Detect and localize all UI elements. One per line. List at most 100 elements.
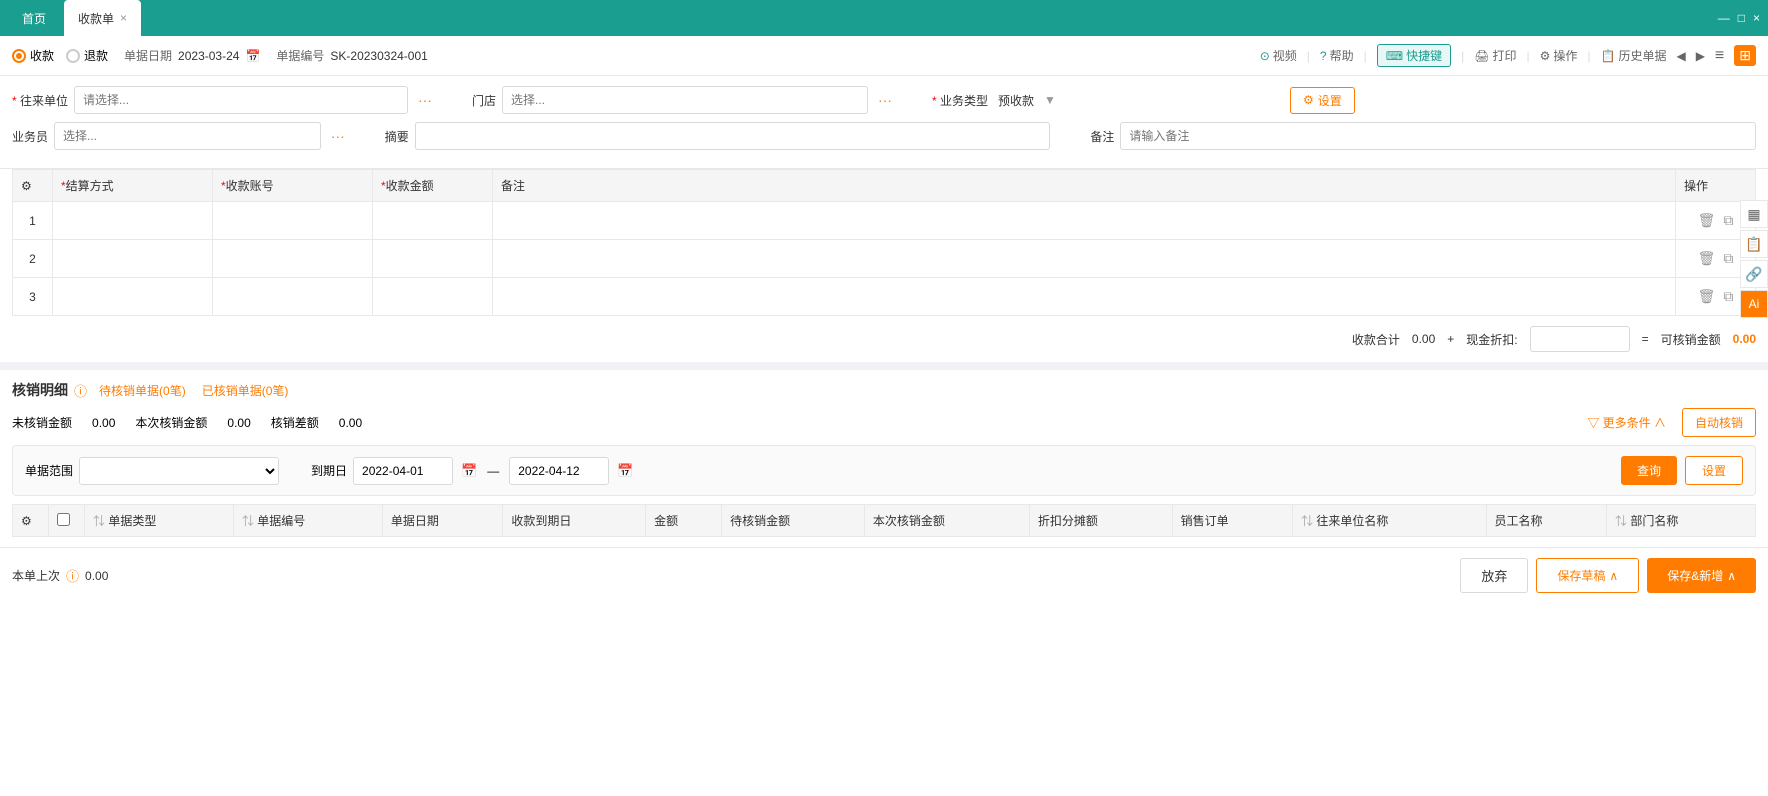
row1-beizhu[interactable] [493,202,1676,240]
shortcut-label: 快捷键 [1406,47,1442,64]
row2-copy-icon[interactable]: ⧉ [1723,250,1733,267]
danju-riqi-label: 单据日期 [124,47,172,64]
float-doc-btn[interactable]: 📋 [1740,230,1768,258]
filter-row: 单据范围 到期日 📅 — 📅 查询 设置 [12,445,1756,496]
done-tab[interactable]: 已核销单据(0笔) [202,382,289,399]
tab-close-icon[interactable]: × [120,11,127,25]
auto-verify-btn[interactable]: 自动核销 [1682,408,1756,437]
float-table-btn[interactable]: ▦ [1740,200,1768,228]
abandon-btn[interactable]: 放弃 [1460,558,1528,593]
table-container: ⚙ *结算方式 *收款账号 *收款金额 备注 操作 [0,169,1768,316]
th-shoukuan-label: 收款账号 [226,179,274,193]
xianjin-zhekou-input[interactable] [1530,326,1630,352]
window-maximize[interactable]: □ [1738,11,1745,25]
row3-shoukuan[interactable] [213,278,373,316]
window-minimize[interactable]: — [1718,11,1730,25]
header-right-tools: ⊙ 视频 | ? 帮助 | ⌨ 快捷键 | 🖨 打印 | ⚙ 操作 [1260,44,1756,67]
right-float-panel: ▦ 📋 🔗 Ai [1740,200,1768,318]
ops-icon: ⚙ [1540,49,1551,63]
mendian-label: 门店 [472,92,496,109]
radio-shoukuan-label: 收款 [30,47,54,64]
danju-fanwei-select[interactable] [79,457,279,485]
save-new-btn[interactable]: 保存&新增 ∧ [1647,558,1756,593]
daoqi-ri-from-input[interactable] [353,457,453,485]
daoqi-ri-to-input[interactable] [509,457,609,485]
bth-gear[interactable]: ⚙ [13,505,49,537]
yewu-leixing-value: 预收款 [998,92,1034,109]
filter-setting-btn[interactable]: 设置 [1685,456,1743,485]
danju-riqi-calendar-icon[interactable]: 📅 [245,49,260,63]
help-btn[interactable]: ? 帮助 [1320,47,1354,64]
row1-jiesuan[interactable] [53,202,213,240]
ops-btn[interactable]: ⚙ 操作 [1540,47,1578,64]
row1-jine[interactable] [373,202,493,240]
footer-right: 放弃 保存草稿 ∧ 保存&新增 ∧ [1460,558,1756,593]
tab-home-label: 首页 [22,10,46,27]
row3-delete-icon[interactable]: 🗑 [1698,288,1716,305]
row1-index: 1 [13,202,53,240]
gear-icon: ⚙ [21,179,32,193]
check-all[interactable] [57,513,70,526]
pending-tab[interactable]: 待核销单据(0笔) [99,382,186,399]
wanglai-danwei-label: 往来单位 [12,92,68,109]
query-btn[interactable]: 查询 [1621,456,1677,485]
row2-jine[interactable] [373,240,493,278]
print-btn[interactable]: 🖨 打印 [1474,47,1516,64]
verify-info-icon: ⓘ [74,381,87,400]
row2-beizhu[interactable] [493,240,1676,278]
row3-jine[interactable] [373,278,493,316]
row1-shoukuan[interactable] [213,202,373,240]
row2-shoukuan[interactable] [213,240,373,278]
form-row-2: 业务员 ··· 摘要 备注 [12,122,1756,150]
setting-btn-top[interactable]: ⚙ 设置 [1290,87,1355,114]
beizhu-input[interactable] [1120,122,1756,150]
hexiao-chae-label: 核销差额 [271,414,319,431]
yewuyuan-more-btn[interactable]: ··· [331,128,345,144]
ai-label: Ai [1749,297,1760,311]
tab-bar: 首页 收款单 × — □ × [0,0,1768,36]
row1-copy-icon[interactable]: ⧉ [1723,212,1733,229]
yewuyuan-input[interactable] [54,122,321,150]
wanglai-danwei-more-btn[interactable]: ··· [418,92,432,108]
tab-active[interactable]: 收款单 × [64,0,141,36]
th-gear[interactable]: ⚙ [13,170,53,202]
zhaiyao-input[interactable] [415,122,1051,150]
yewu-leixing-arrow[interactable]: ▼ [1044,93,1056,107]
radio-tuikuan[interactable]: 退款 [66,47,108,64]
mendian-input[interactable] [502,86,868,114]
bth-jine: 金额 [646,505,722,537]
radio-shoukuan[interactable]: 收款 [12,47,54,64]
receipts-table: ⚙ *结算方式 *收款账号 *收款金额 备注 操作 [12,169,1756,316]
row2-jiesuan[interactable] [53,240,213,278]
window-close[interactable]: × [1753,11,1760,25]
mendian-more-btn[interactable]: ··· [878,92,892,108]
yewuyuan-field: 业务员 ··· [12,122,345,150]
tab-home[interactable]: 首页 [8,0,60,36]
setting-icon: ⚙ [1303,93,1314,107]
th-shoukuan: *收款账号 [213,170,373,202]
history-btn[interactable]: 📋 历史单据 [1600,47,1666,64]
form-row-1: 往来单位 ··· 门店 ··· 业务类型 预收款 ▼ ⚙ 设置 [12,86,1756,114]
next-btn[interactable]: ▶ [1696,49,1705,63]
form-section: 往来单位 ··· 门店 ··· 业务类型 预收款 ▼ ⚙ 设置 [0,76,1768,169]
row3-copy-icon[interactable]: ⧉ [1723,288,1733,305]
video-btn[interactable]: ⊙ 视频 [1260,47,1297,64]
calendar-from-icon[interactable]: 📅 [461,463,477,479]
row3-jiesuan[interactable] [53,278,213,316]
row3-beizhu[interactable] [493,278,1676,316]
yewu-leixing-field: 业务类型 预收款 ▼ [932,92,1282,109]
grid-view-btn[interactable]: ⊞ [1734,45,1756,66]
list-view-btn[interactable]: ≡ [1715,47,1724,65]
prev-btn[interactable]: ◀ [1676,49,1685,63]
shortcut-btn[interactable]: ⌨ 快捷键 [1377,44,1451,67]
float-ai-btn[interactable]: Ai [1740,290,1768,318]
daoqi-ri-label: 到期日 [311,462,347,479]
more-conditions-btn[interactable]: ▽ 更多条件 ∧ [1587,414,1666,431]
row2-delete-icon[interactable]: 🗑 [1698,250,1716,267]
calendar-to-icon[interactable]: 📅 [617,463,633,479]
row1-delete-icon[interactable]: 🗑 [1698,212,1716,229]
wanglai-danwei-input[interactable] [74,86,408,114]
float-link-btn[interactable]: 🔗 [1740,260,1768,288]
verify-section: 核销明细 ⓘ 待核销单据(0笔) 已核销单据(0笔) 未核销金额 0.00 本次… [0,370,1768,547]
draft-btn[interactable]: 保存草稿 ∧ [1536,558,1639,593]
